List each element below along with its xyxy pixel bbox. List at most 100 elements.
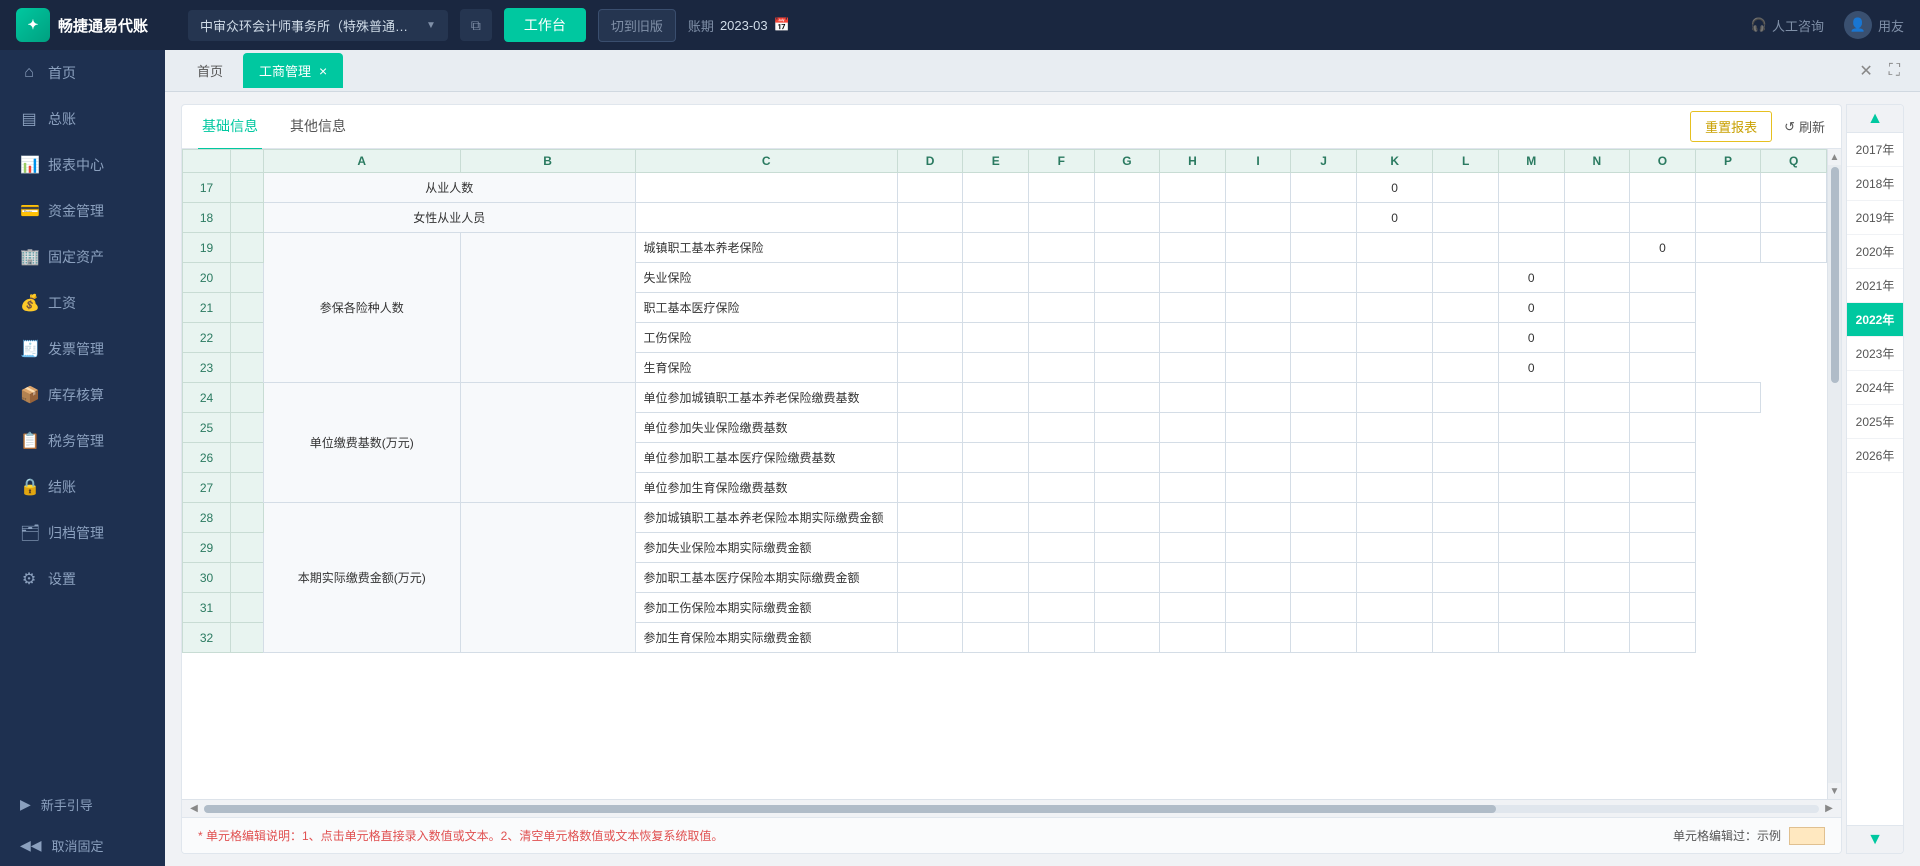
data-cell[interactable] [897, 383, 963, 413]
data-cell[interactable] [1356, 353, 1433, 383]
col-header-P[interactable]: P [1695, 150, 1761, 173]
sidebar-item-reports[interactable]: 📊 报表中心 [0, 142, 165, 188]
data-cell[interactable] [1630, 383, 1696, 413]
data-cell[interactable] [1225, 173, 1291, 203]
data-cell[interactable] [1356, 293, 1433, 323]
data-cell[interactable] [1630, 173, 1696, 203]
data-cell[interactable] [1160, 293, 1226, 323]
data-cell-c26[interactable]: 单位参加职工基本医疗保险缴费基数 [635, 443, 897, 473]
data-cell[interactable] [1029, 203, 1095, 233]
data-cell[interactable] [1630, 293, 1696, 323]
data-cell[interactable] [1761, 173, 1827, 203]
data-cell-c30[interactable]: 参加职工基本医疗保险本期实际缴费金额 [635, 563, 897, 593]
data-cell[interactable] [897, 533, 963, 563]
year-panel-down-nav[interactable]: ▼ [1847, 825, 1903, 853]
data-cell[interactable] [1225, 353, 1291, 383]
data-cell[interactable] [1225, 203, 1291, 233]
data-cell[interactable] [1291, 293, 1357, 323]
data-cell-k17[interactable]: 0 [1356, 173, 1433, 203]
data-cell[interactable] [1094, 353, 1160, 383]
data-cell[interactable] [1029, 623, 1095, 653]
data-cell-c31[interactable]: 参加工伤保险本期实际缴费金额 [635, 593, 897, 623]
data-cell[interactable] [1564, 413, 1630, 443]
tab-other-info[interactable]: 其他信息 [286, 104, 350, 150]
data-cell[interactable] [1029, 533, 1095, 563]
data-cell[interactable] [1291, 593, 1357, 623]
data-cell[interactable] [1498, 473, 1564, 503]
h-scrollbar[interactable]: ◀ ▶ [182, 799, 1841, 817]
data-cell[interactable] [1695, 383, 1761, 413]
data-cell[interactable] [1160, 173, 1226, 203]
year-item-2021[interactable]: 2021年 [1847, 269, 1903, 303]
sidebar-item-closing[interactable]: 🔒 结账 [0, 464, 165, 510]
data-cell[interactable] [897, 263, 963, 293]
data-cell[interactable] [897, 623, 963, 653]
data-cell[interactable] [1094, 233, 1160, 263]
data-cell-c25[interactable]: 单位参加失业保险缴费基数 [635, 413, 897, 443]
col-header-H[interactable]: H [1160, 150, 1226, 173]
h-scroll-track[interactable] [204, 805, 1819, 813]
col-header-F[interactable]: F [1029, 150, 1095, 173]
data-cell[interactable] [1433, 443, 1499, 473]
sidebar-item-home[interactable]: ⌂ 首页 [0, 50, 165, 96]
data-cell-c27[interactable]: 单位参加生育保险缴费基数 [635, 473, 897, 503]
data-cell[interactable] [1029, 593, 1095, 623]
data-cell[interactable] [1356, 383, 1433, 413]
data-cell[interactable] [1094, 533, 1160, 563]
data-cell[interactable] [1029, 263, 1095, 293]
data-cell[interactable] [1356, 563, 1433, 593]
data-cell-o21[interactable]: 0 [1498, 293, 1564, 323]
data-cell[interactable] [1225, 323, 1291, 353]
data-cell[interactable] [963, 353, 1029, 383]
data-cell[interactable] [1433, 503, 1499, 533]
old-version-button[interactable]: 切到旧版 [598, 9, 676, 42]
data-cell[interactable] [1564, 623, 1630, 653]
v-scroll-up-arrow[interactable]: ▲ [1828, 149, 1841, 165]
data-cell[interactable] [1433, 173, 1499, 203]
data-cell[interactable] [1160, 443, 1226, 473]
reset-report-button[interactable]: 重置报表 [1690, 111, 1772, 142]
data-cell[interactable] [1630, 353, 1696, 383]
data-cell[interactable] [1160, 563, 1226, 593]
data-cell[interactable] [1160, 623, 1226, 653]
data-cell[interactable] [1498, 233, 1564, 263]
data-cell[interactable] [1160, 233, 1226, 263]
data-cell[interactable] [897, 233, 963, 263]
data-cell[interactable] [1630, 203, 1696, 233]
col-header-N[interactable]: N [1564, 150, 1630, 173]
data-cell[interactable] [1498, 563, 1564, 593]
data-cell[interactable] [1225, 623, 1291, 653]
year-item-2018[interactable]: 2018年 [1847, 167, 1903, 201]
data-cell[interactable] [1291, 443, 1357, 473]
data-cell[interactable] [897, 323, 963, 353]
data-cell[interactable] [1630, 563, 1696, 593]
data-cell[interactable] [1291, 263, 1357, 293]
h-scroll-left-arrow[interactable]: ◀ [186, 802, 202, 816]
data-cell[interactable] [1761, 233, 1827, 263]
data-cell-o22[interactable]: 0 [1498, 323, 1564, 353]
data-cell[interactable] [1225, 293, 1291, 323]
data-cell[interactable] [635, 203, 897, 233]
data-cell-c32[interactable]: 参加生育保险本期实际缴费金额 [635, 623, 897, 653]
data-cell[interactable] [1291, 383, 1357, 413]
data-cell[interactable] [1564, 203, 1630, 233]
col-header-L[interactable]: L [1433, 150, 1499, 173]
data-cell[interactable] [1094, 173, 1160, 203]
data-cell[interactable] [1291, 563, 1357, 593]
data-cell[interactable] [1564, 263, 1630, 293]
data-cell[interactable] [1029, 413, 1095, 443]
data-cell[interactable] [1094, 293, 1160, 323]
tab-close-button[interactable]: × [319, 63, 327, 79]
data-cell[interactable] [1029, 323, 1095, 353]
data-cell[interactable] [1225, 533, 1291, 563]
v-scrollbar[interactable]: ▲ ▼ [1827, 149, 1841, 799]
data-cell[interactable] [897, 203, 963, 233]
data-cell[interactable] [1564, 383, 1630, 413]
data-cell[interactable] [963, 533, 1029, 563]
data-cell[interactable] [1564, 323, 1630, 353]
data-cell[interactable] [963, 503, 1029, 533]
data-cell[interactable] [1029, 353, 1095, 383]
data-cell[interactable] [1291, 533, 1357, 563]
data-cell[interactable] [1225, 473, 1291, 503]
data-cell[interactable] [1695, 173, 1761, 203]
